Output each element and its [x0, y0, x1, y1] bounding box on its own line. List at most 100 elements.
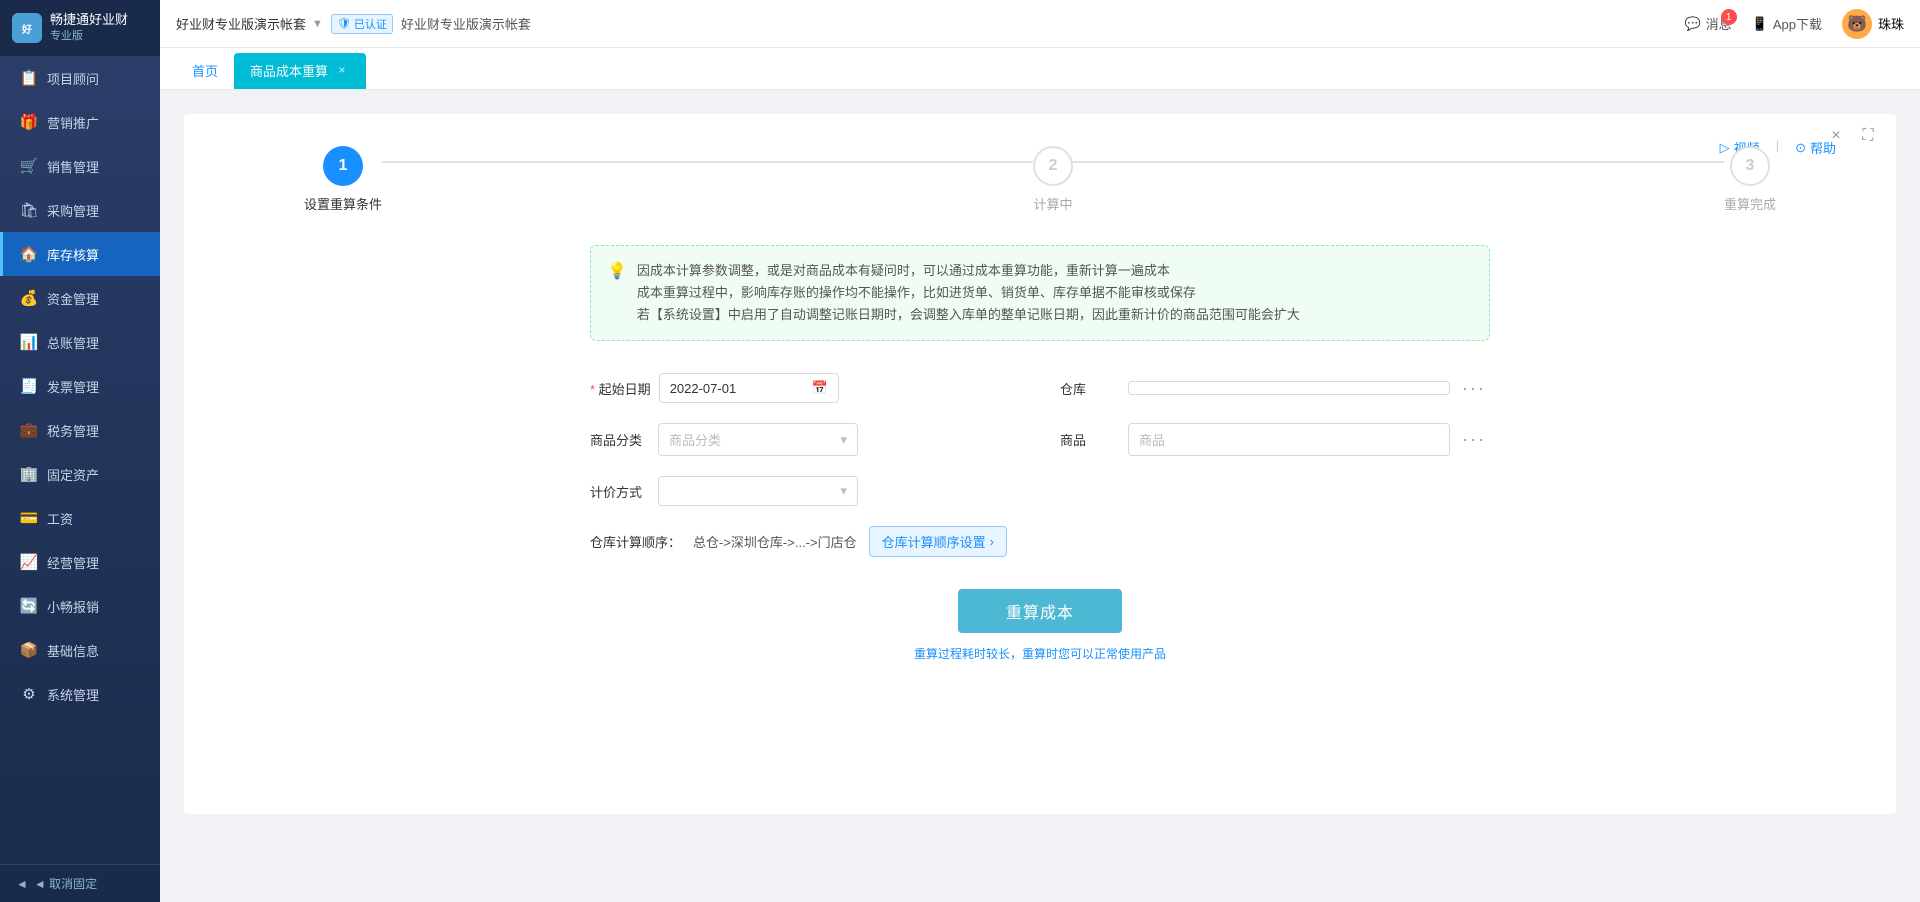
sidebar-icon-bizmanage: 📈 — [19, 552, 39, 572]
sidebar-item-inventory[interactable]: 🏠 库存核算 — [0, 232, 160, 276]
sidebar-label-fixedasset: 固定资产 — [47, 465, 99, 484]
app-logo-icon: 好 — [12, 13, 42, 43]
sidebar-icon-invoice: 🧾 — [19, 376, 39, 396]
message-badge: 1 — [1721, 9, 1737, 25]
goods-group: 商品 商品 ··· — [1060, 423, 1490, 456]
sidebar-item-fixedasset[interactable]: 🏢 固定资产 — [0, 452, 160, 496]
form-section: 💡 因成本计算参数调整，或是对商品成本有疑问时，可以通过成本重算功能，重新计算一… — [590, 245, 1490, 662]
sidebar-label-accounting: 总账管理 — [47, 333, 99, 352]
category-group: 商品分类 商品分类 ▾ — [590, 423, 1020, 456]
sidebar-label-bizmanage: 经营管理 — [47, 553, 99, 572]
sidebar-item-invoice[interactable]: 🧾 发票管理 — [0, 364, 160, 408]
category-dropdown-icon: ▾ — [840, 432, 847, 448]
step-2-circle: 2 — [1033, 146, 1073, 186]
warehouse-label: 仓库 — [1060, 379, 1120, 398]
sidebar-icon-sales: 🛒 — [19, 156, 39, 176]
sidebar-item-system[interactable]: ⚙ 系统管理 — [0, 672, 160, 716]
sidebar-unpin-button[interactable]: ◄ ◄ 取消固定 — [0, 864, 160, 902]
calendar-icon: 📅 — [812, 380, 828, 396]
window-controls: × ⛶ — [1824, 124, 1880, 148]
info-text: 因成本计算参数调整，或是对商品成本有疑问时，可以通过成本重算功能，重新计算一遍成… — [637, 260, 1300, 326]
calc-order-value: 总仓->深圳仓库->...->门店仓 — [693, 532, 857, 551]
goods-label: 商品 — [1060, 430, 1120, 449]
tab-cost-recalc[interactable]: 商品成本重算 × — [234, 53, 366, 89]
warehouse-input[interactable] — [1128, 381, 1450, 395]
goods-input[interactable]: 商品 — [1128, 423, 1450, 456]
sidebar-item-tax[interactable]: 💼 税务管理 — [0, 408, 160, 452]
avatar: 🐻 — [1842, 9, 1872, 39]
info-icon: 💡 — [607, 261, 627, 326]
start-date-group: 起始日期 2022-07-01 📅 — [590, 373, 1020, 403]
help-icon: ⊙ — [1795, 140, 1806, 156]
close-button[interactable]: × — [1824, 124, 1848, 148]
step-1-label: 设置重算条件 — [304, 194, 382, 213]
tab-home[interactable]: 首页 — [176, 53, 234, 89]
sidebar-item-purchase[interactable]: 🛍 采购管理 — [0, 188, 160, 232]
calc-order-settings-btn[interactable]: 仓库计算顺序设置 › — [869, 526, 1007, 557]
sidebar-item-marketing[interactable]: 🎁 营销推广 — [0, 100, 160, 144]
unpin-icon: ◄ — [16, 877, 28, 891]
sidebar-item-sales[interactable]: 🛒 销售管理 — [0, 144, 160, 188]
sidebar-icon-accounting: 📊 — [19, 332, 39, 352]
message-icon: 💬 — [1684, 16, 1700, 32]
sidebar-item-project[interactable]: 📋 项目顾问 — [0, 56, 160, 100]
pricing-label: 计价方式 — [590, 482, 650, 501]
category-select[interactable]: 商品分类 ▾ — [658, 423, 858, 456]
sidebar-icon-expense: 🔄 — [19, 596, 39, 616]
pricing-dropdown-icon: ▾ — [840, 483, 847, 499]
message-button[interactable]: 💬 消息 1 — [1684, 14, 1731, 33]
calc-order-arrow-icon: › — [990, 534, 994, 549]
sidebar-label-basic: 基础信息 — [47, 641, 99, 660]
sidebar-label-sales: 销售管理 — [47, 157, 99, 176]
sidebar-label-expense: 小畅报销 — [47, 597, 99, 616]
warehouse-more-btn[interactable]: ··· — [1458, 378, 1490, 399]
topbar-right: 💬 消息 1 📱 App下载 🐻 珠珠 — [1684, 9, 1904, 39]
sidebar-item-accounting[interactable]: 📊 总账管理 — [0, 320, 160, 364]
pricing-group: 计价方式 ▾ — [590, 476, 1020, 506]
sidebar-label-invoice: 发票管理 — [47, 377, 99, 396]
shield-icon: 🛡 — [337, 17, 351, 30]
start-date-input[interactable]: 2022-07-01 📅 — [659, 373, 839, 403]
mobile-icon: 📱 — [1752, 16, 1768, 32]
sidebar-label-purchase: 采购管理 — [47, 201, 99, 220]
step-3-circle: 3 — [1730, 146, 1770, 186]
sidebar-icon-basic: 📦 — [19, 640, 39, 660]
sidebar-item-expense[interactable]: 🔄 小畅报销 — [0, 584, 160, 628]
tab-close-icon[interactable]: × — [334, 62, 350, 78]
sidebar-icon-finance: 💰 — [19, 288, 39, 308]
goods-more-btn[interactable]: ··· — [1458, 429, 1490, 450]
app-download-button[interactable]: 📱 App下载 — [1752, 14, 1822, 33]
sidebar-icon-tax: 💼 — [19, 420, 39, 440]
sidebar-label-tax: 税务管理 — [47, 421, 99, 440]
content-area: × ⛶ 1 设置重算条件 2 计算中 — [160, 90, 1920, 902]
sidebar-item-bizmanage[interactable]: 📈 经营管理 — [0, 540, 160, 584]
pricing-select[interactable]: ▾ — [658, 476, 858, 506]
account-name-display: 好业财专业版演示帐套 — [401, 14, 531, 33]
verified-badge: 🛡 已认证 — [331, 14, 393, 34]
sidebar-item-payroll[interactable]: 💳 工资 — [0, 496, 160, 540]
sidebar-icon-purchase: 🛍 — [19, 200, 39, 220]
start-date-label: 起始日期 — [590, 379, 651, 398]
maximize-button[interactable]: ⛶ — [1856, 124, 1880, 148]
form-row-2: 商品分类 商品分类 ▾ 商品 商品 ··· — [590, 423, 1490, 456]
sidebar-item-basic[interactable]: 📦 基础信息 — [0, 628, 160, 672]
calc-order-label: 仓库计算顺序： — [590, 532, 681, 551]
sidebar-label-marketing: 营销推广 — [47, 113, 99, 132]
account-select[interactable]: 好业财专业版演示帐套 ▼ — [176, 14, 323, 33]
recalc-hint: 重算过程耗时较长，重算时您可以正常使用产品 — [914, 645, 1166, 662]
step-2-label: 计算中 — [1033, 194, 1072, 213]
recalc-section: 重算成本 重算过程耗时较长，重算时您可以正常使用产品 — [590, 589, 1490, 662]
sidebar-label-finance: 资金管理 — [47, 289, 99, 308]
sidebar-label-project: 项目顾问 — [47, 69, 99, 88]
form-row-1: 起始日期 2022-07-01 📅 仓库 ··· — [590, 373, 1490, 403]
sidebar-icon-marketing: 🎁 — [19, 112, 39, 132]
sidebar-logo: 好 畅捷通好业财 专业版 — [0, 0, 160, 56]
sidebar-icon-inventory: 🏠 — [19, 244, 39, 264]
recalc-button[interactable]: 重算成本 — [958, 589, 1122, 633]
sidebar-icon-system: ⚙ — [19, 684, 39, 704]
user-menu[interactable]: 🐻 珠珠 — [1842, 9, 1904, 39]
step-line-2 — [1073, 161, 1724, 163]
sidebar-item-finance[interactable]: 💰 资金管理 — [0, 276, 160, 320]
app-logo-text: 畅捷通好业财 专业版 — [50, 12, 128, 43]
step-1-circle: 1 — [323, 146, 363, 186]
